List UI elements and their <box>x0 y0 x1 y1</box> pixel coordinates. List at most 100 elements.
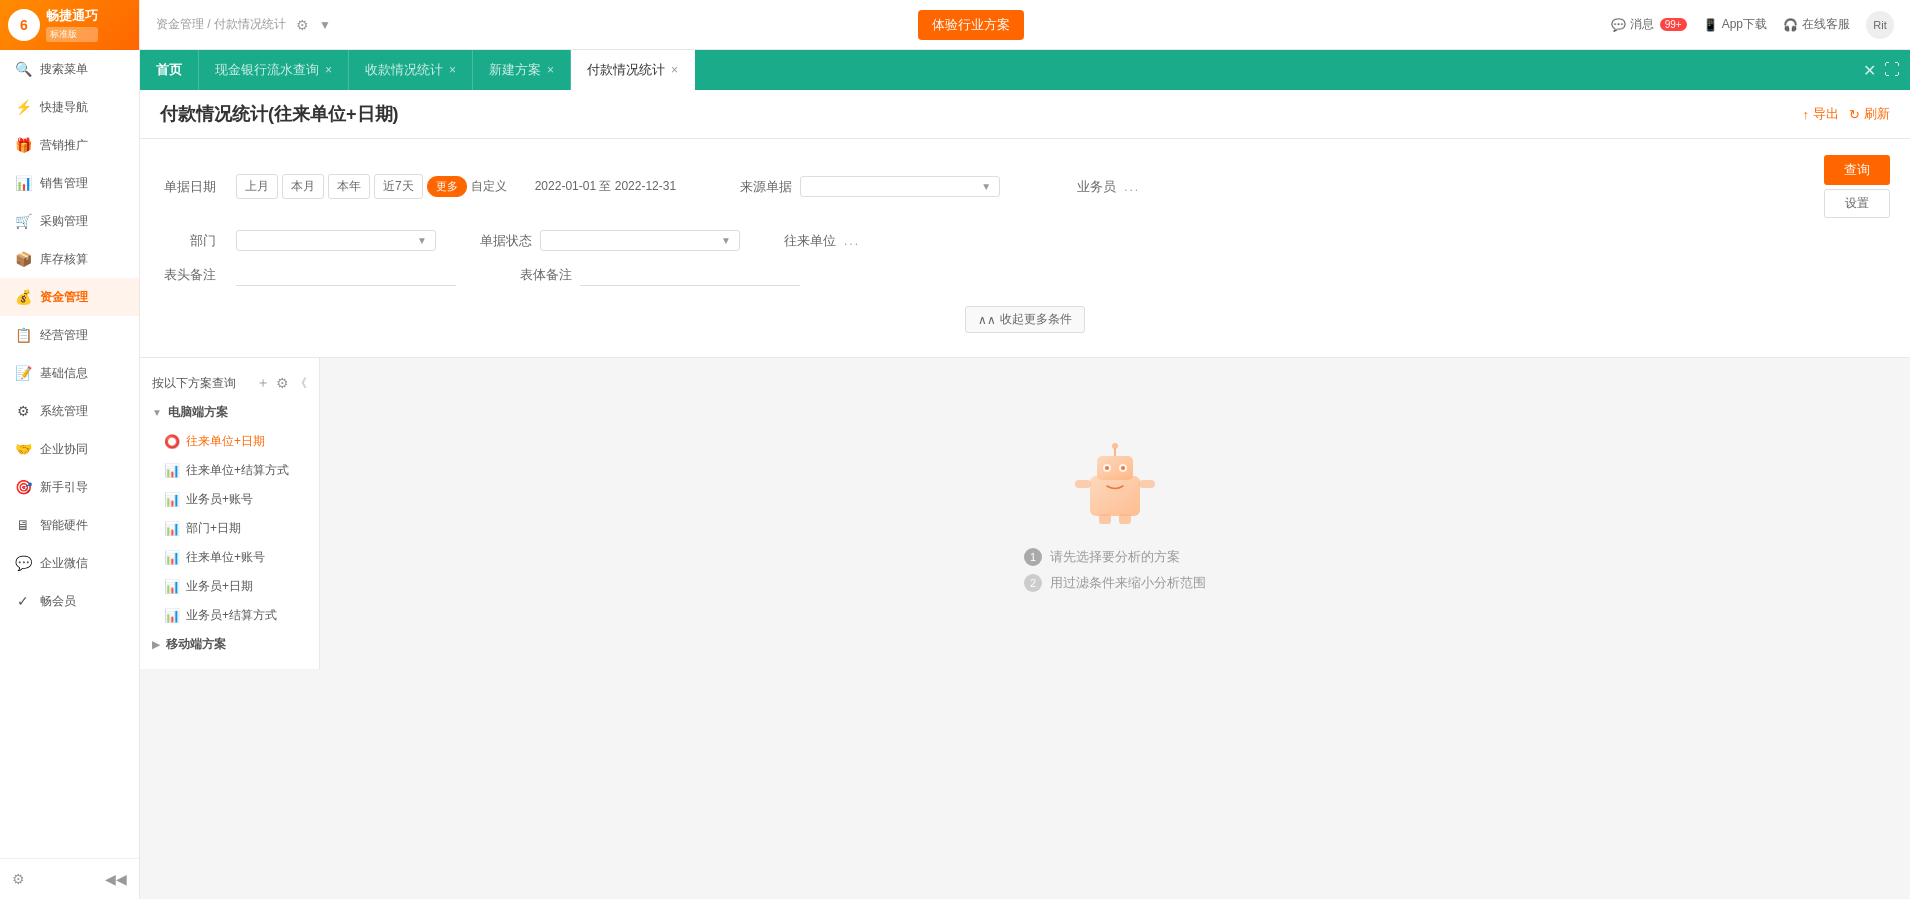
scheme-panel-header: 按以下方案查询 ＋ ⚙ 《 <box>140 368 319 398</box>
refresh-btn[interactable]: ↻ 刷新 <box>1849 105 1890 123</box>
sidebar-item-capital[interactable]: 💰 资金管理 <box>0 278 139 316</box>
date-btn-this-month[interactable]: 本月 <box>282 174 324 199</box>
voucher-status-arrow: ▼ <box>721 235 731 246</box>
target-icon: 🎯 <box>14 478 32 496</box>
sidebar-item-hardware[interactable]: 🖥 智能硬件 <box>0 506 139 544</box>
tab-payment-stats[interactable]: 付款情况统计 × <box>571 50 695 90</box>
scheme-group-arrow: ▼ <box>152 407 162 418</box>
date-btn-last-month[interactable]: 上月 <box>236 174 278 199</box>
scheme-settings-icon[interactable]: ⚙ <box>276 375 289 391</box>
sidebar-item-enterprise-label: 企业协同 <box>40 441 88 458</box>
scheme-add-icon[interactable]: ＋ <box>256 374 270 392</box>
topbar-settings-icon[interactable]: ⚙ <box>296 17 309 33</box>
breadcrumb: 资金管理 / 付款情况统计 <box>156 16 286 33</box>
sidebar-item-hardware-label: 智能硬件 <box>40 517 88 534</box>
source-voucher-arrow: ▼ <box>981 181 991 192</box>
filter-settings-btn[interactable]: 设置 <box>1824 189 1890 218</box>
sidebar-item-inventory[interactable]: 📦 库存核算 <box>0 240 139 278</box>
tab-bank-flow[interactable]: 现金银行流水查询 × <box>199 50 349 90</box>
scheme-item-salesperson-account[interactable]: 📊 业务员+账号 <box>140 485 319 514</box>
tab-home[interactable]: 首页 <box>140 50 199 90</box>
mobile-scheme-label: 移动端方案 <box>166 636 226 653</box>
online-service-group[interactable]: 🎧 在线客服 <box>1783 16 1850 33</box>
sidebar-item-marketing-label: 营销推广 <box>40 137 88 154</box>
svg-rect-9 <box>1119 514 1131 524</box>
sidebar-item-operations[interactable]: 📋 经营管理 <box>0 316 139 354</box>
tab-bar-right: ✕ ⛶ <box>1853 50 1910 90</box>
scheme-panel-collapse-btn[interactable]: 《 <box>295 375 307 392</box>
date-btn-more[interactable]: 更多 <box>427 176 467 197</box>
export-btn[interactable]: ↑ 导出 <box>1803 105 1840 123</box>
data-area: 1 请先选择要分析的方案 2 用过滤条件来缩小分析范围 <box>320 358 1910 669</box>
svg-rect-1 <box>1097 456 1133 480</box>
counterpart-group: 往来单位 ... <box>780 232 860 250</box>
sidebar-item-vip-label: 畅会员 <box>40 593 76 610</box>
scheme-panel: 按以下方案查询 ＋ ⚙ 《 ▼ 电脑端方案 ⭕ <box>140 358 320 669</box>
table-header-note-input[interactable] <box>236 263 456 286</box>
tab-collection-stats-close[interactable]: × <box>449 63 456 77</box>
sidebar-item-sales[interactable]: 📊 销售管理 <box>0 164 139 202</box>
tab-bank-flow-close[interactable]: × <box>325 63 332 77</box>
vip-icon: ✓ <box>14 592 32 610</box>
date-custom-btn[interactable]: 自定义 <box>471 178 507 195</box>
counterpart-input[interactable]: ... <box>844 234 860 248</box>
empty-tip-2: 2 用过滤条件来缩小分析范围 <box>1024 574 1206 592</box>
sidebar-item-guide[interactable]: 🎯 新手引导 <box>0 468 139 506</box>
scheme-item-counterpart-date[interactable]: ⭕ 往来单位+日期 <box>140 427 319 456</box>
sidebar-logo: 6 <box>8 9 40 41</box>
tab-new-scheme[interactable]: 新建方案 × <box>473 50 571 90</box>
tab-close-all-btn[interactable]: ✕ <box>1863 61 1876 80</box>
sidebar-item-wechat[interactable]: 💬 企业微信 <box>0 544 139 582</box>
table-body-note-label: 表体备注 <box>516 266 572 284</box>
voucher-status-select[interactable]: ▼ <box>540 230 740 251</box>
sidebar-item-quick-nav[interactable]: ⚡ 快捷导航 <box>0 88 139 126</box>
page-header: 付款情况统计(往来单位+日期) ↑ 导出 ↻ 刷新 <box>140 90 1910 139</box>
scheme-item-salesperson-payment[interactable]: 📊 业务员+结算方式 <box>140 601 319 630</box>
topbar-dropdown-icon[interactable]: ▼ <box>319 18 331 32</box>
query-btn[interactable]: 查询 <box>1824 155 1890 185</box>
sidebar-item-vip[interactable]: ✓ 畅会员 <box>0 582 139 620</box>
cart-icon: 🛒 <box>14 212 32 230</box>
scheme-item-salesperson-date[interactable]: 📊 业务员+日期 <box>140 572 319 601</box>
scheme-item-salesperson-account-label: 业务员+账号 <box>186 491 253 508</box>
scheme-table-icon-2: 📊 <box>164 492 180 507</box>
scheme-item-counterpart-account[interactable]: 📊 往来单位+账号 <box>140 543 319 572</box>
sidebar-item-quick-nav-label: 快捷导航 <box>40 99 88 116</box>
salesperson-input[interactable]: ... <box>1124 180 1140 194</box>
tab-new-scheme-label: 新建方案 <box>489 61 541 79</box>
tab-maximize-btn[interactable]: ⛶ <box>1884 61 1900 79</box>
sidebar-title: 畅捷通巧 <box>46 8 98 25</box>
sidebar-item-purchase[interactable]: 🛒 采购管理 <box>0 202 139 240</box>
dept-select[interactable]: ▼ <box>236 230 436 251</box>
sidebar-item-basic-info-label: 基础信息 <box>40 365 88 382</box>
tab-new-scheme-close[interactable]: × <box>547 63 554 77</box>
sidebar-item-purchase-label: 采购管理 <box>40 213 88 230</box>
sidebar-item-system[interactable]: ⚙ 系统管理 <box>0 392 139 430</box>
source-voucher-select[interactable]: ▼ <box>800 176 1000 197</box>
sidebar-item-marketing[interactable]: 🎁 营销推广 <box>0 126 139 164</box>
tab-payment-stats-close[interactable]: × <box>671 63 678 77</box>
top-bar-left: 资金管理 / 付款情况统计 ⚙ ▼ <box>156 16 331 33</box>
table-body-note-input[interactable] <box>580 263 800 286</box>
desktop-scheme-group-title[interactable]: ▼ 电脑端方案 <box>140 398 319 427</box>
sidebar-item-enterprise[interactable]: 🤝 企业协同 <box>0 430 139 468</box>
svg-point-4 <box>1105 466 1109 470</box>
tab-collection-stats[interactable]: 收款情况统计 × <box>349 50 473 90</box>
scheme-item-dept-date[interactable]: 📊 部门+日期 <box>140 514 319 543</box>
sidebar-item-basic-info[interactable]: 📝 基础信息 <box>0 354 139 392</box>
date-btn-this-year[interactable]: 本年 <box>328 174 370 199</box>
scheme-panel-header-text: 按以下方案查询 <box>152 375 236 392</box>
mobile-scheme-group-title[interactable]: ▶ 移动端方案 <box>140 630 319 659</box>
tab-spacer <box>695 50 1853 90</box>
sidebar-item-search[interactable]: 🔍 搜索菜单 <box>0 50 139 88</box>
date-btn-7days[interactable]: 近7天 <box>374 174 423 199</box>
collapse-more-btn[interactable]: ∧∧ 收起更多条件 <box>965 306 1085 333</box>
message-group[interactable]: 💬 消息 99+ <box>1611 16 1687 33</box>
filter-row-2: 部门 ▼ 单据状态 ▼ 往来单位 ... <box>160 230 1890 251</box>
user-avatar[interactable]: Rit <box>1866 11 1894 39</box>
app-download-group[interactable]: 📱 App下载 <box>1703 16 1767 33</box>
footer-collapse-btn[interactable]: ◀◀ <box>101 867 131 891</box>
footer-settings-btn[interactable]: ⚙ <box>8 867 29 891</box>
trial-industry-btn[interactable]: 体验行业方案 <box>918 10 1024 40</box>
scheme-item-counterpart-payment[interactable]: 📊 往来单位+结算方式 <box>140 456 319 485</box>
